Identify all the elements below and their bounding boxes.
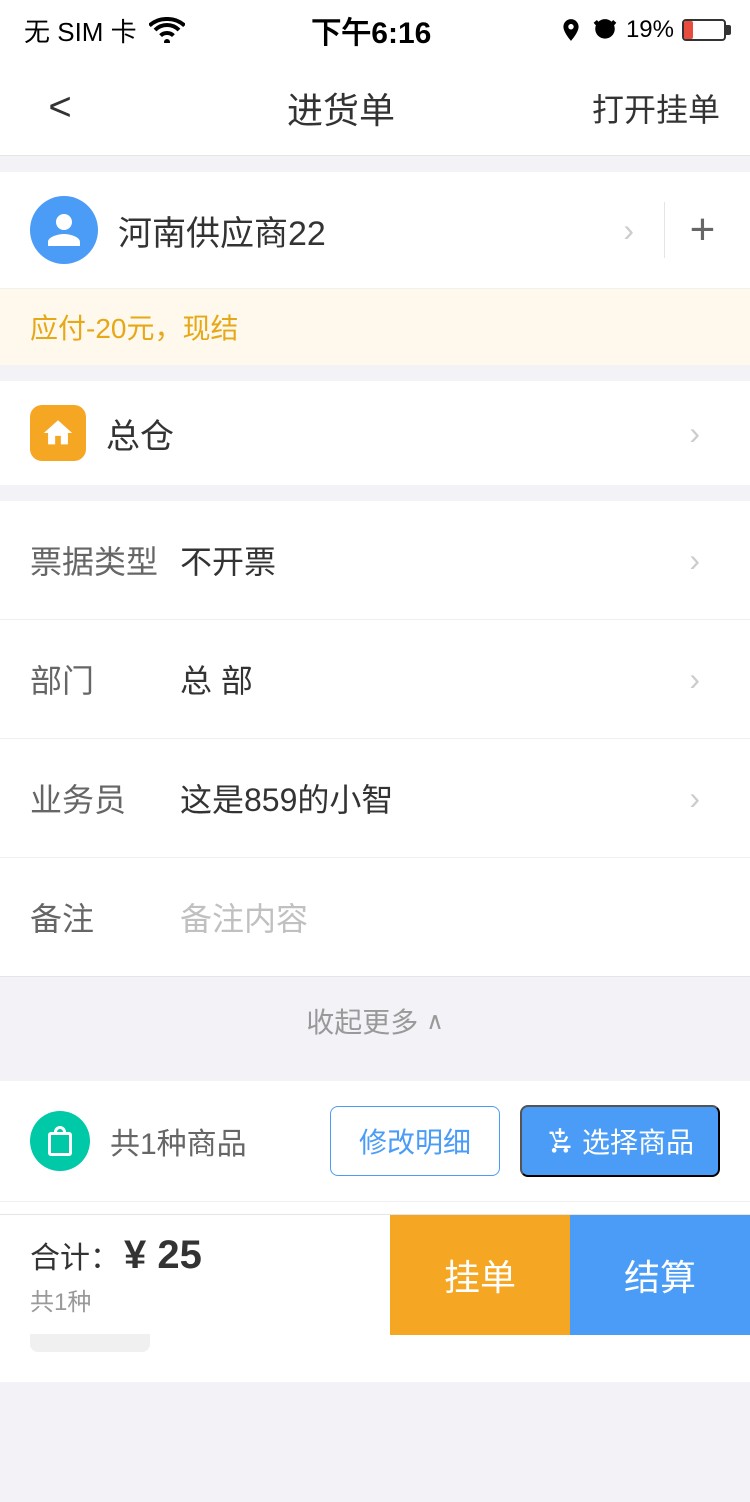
bottom-bar: 合计： ¥ 25 共1种 挂单 结算	[0, 1214, 750, 1334]
products-icon	[30, 1111, 90, 1171]
dept-label: 部门	[30, 656, 160, 702]
form-section: 票据类型 不开票 › 部门 总 部 › 业务员 这是859的小智 › 备注 备注…	[0, 501, 750, 1065]
invoice-label: 票据类型	[30, 537, 160, 583]
products-count: 共1种商品	[110, 1119, 310, 1163]
total-count: 共1种	[30, 1282, 360, 1317]
cart-icon	[546, 1127, 574, 1155]
supplier-section: 河南供应商22 › + 应付-20元，现结	[0, 172, 750, 365]
battery-percent: 19%	[626, 16, 674, 44]
status-left: 无 SIM 卡	[24, 12, 185, 49]
chevron-right-icon: ›	[689, 542, 700, 579]
person-icon	[44, 210, 84, 250]
invoice-value: 不开票	[160, 537, 689, 583]
shopping-bag-icon	[42, 1123, 78, 1159]
select-product-button[interactable]: 选择商品	[520, 1105, 720, 1177]
remark-value[interactable]: 备注内容	[160, 894, 720, 940]
chevron-right-icon: ›	[623, 212, 634, 249]
warehouse-row[interactable]: 总仓 ›	[0, 381, 750, 485]
add-supplier-button[interactable]: +	[664, 202, 720, 258]
remark-label: 备注	[30, 894, 160, 940]
alarm-icon	[592, 17, 618, 43]
supplier-notice: 应付-20元，现结	[0, 289, 750, 365]
warehouse-name: 总仓	[106, 409, 689, 458]
remark-row[interactable]: 备注 备注内容	[0, 857, 750, 976]
status-time: 下午6:16	[311, 8, 431, 52]
battery-fill	[684, 21, 693, 39]
home-icon	[41, 416, 75, 450]
sales-value: 这是859的小智	[160, 775, 689, 821]
sales-row[interactable]: 业务员 这是859的小智 ›	[0, 738, 750, 857]
modify-detail-button[interactable]: 修改明细	[330, 1106, 500, 1176]
carrier-label: 无 SIM 卡	[24, 12, 137, 49]
page-title: 进货单	[287, 82, 395, 134]
collapse-arrow: ∧	[426, 1007, 444, 1036]
supplier-row[interactable]: 河南供应商22 › +	[0, 172, 750, 289]
settle-button[interactable]: 结算	[570, 1215, 750, 1335]
dept-value: 总 部	[160, 656, 689, 702]
invoice-row[interactable]: 票据类型 不开票 ›	[0, 501, 750, 619]
nav-bar: < 进货单 打开挂单	[0, 60, 750, 156]
select-product-label: 选择商品	[582, 1121, 694, 1161]
total-text: 合计：	[30, 1233, 120, 1277]
battery-icon	[682, 19, 726, 41]
open-hang-button[interactable]: 打开挂单	[592, 85, 720, 131]
chevron-right-icon: ›	[689, 780, 700, 817]
status-bar: 无 SIM 卡 下午6:16 19%	[0, 0, 750, 60]
chevron-right-icon: ›	[689, 661, 700, 698]
hang-button[interactable]: 挂单	[390, 1215, 570, 1335]
total-label: 合计： ¥ 25	[30, 1233, 360, 1278]
products-header: 共1种商品 修改明细 选择商品	[0, 1081, 750, 1201]
sales-label: 业务员	[30, 775, 160, 821]
warehouse-section: 总仓 ›	[0, 381, 750, 485]
dept-row[interactable]: 部门 总 部 ›	[0, 619, 750, 738]
location-icon	[558, 17, 584, 43]
chevron-right-icon: ›	[689, 415, 700, 452]
total-area: 合计： ¥ 25 共1种	[0, 1233, 390, 1317]
total-amount: ¥ 25	[124, 1233, 202, 1278]
back-button[interactable]: <	[30, 78, 90, 138]
supplier-avatar	[30, 196, 98, 264]
status-right: 19%	[558, 16, 726, 44]
wifi-icon	[149, 17, 185, 43]
collapse-label: 收起更多	[306, 1001, 418, 1041]
supplier-name: 河南供应商22	[118, 206, 623, 255]
warehouse-icon	[30, 405, 86, 461]
collapse-button[interactable]: 收起更多 ∧	[0, 976, 750, 1065]
